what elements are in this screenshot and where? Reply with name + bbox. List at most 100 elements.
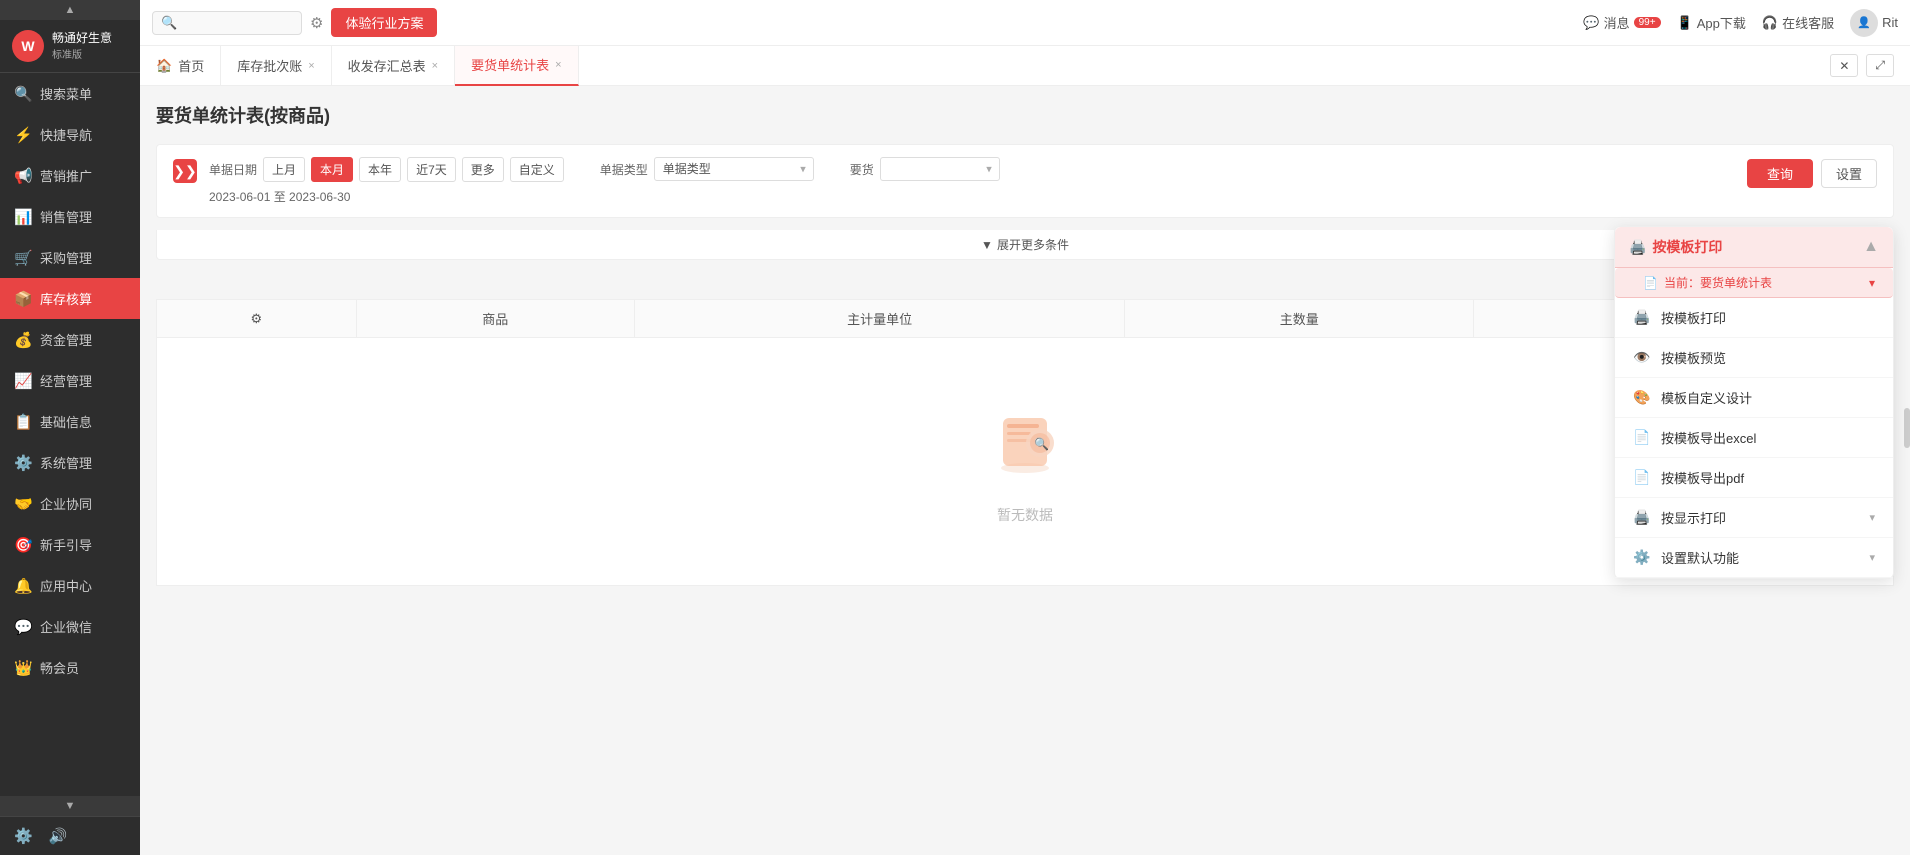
- sidebar-item-basic_info[interactable]: 📋基础信息: [0, 401, 140, 442]
- sidebar-item-marketing_promo[interactable]: 📢 营销推广: [0, 155, 140, 196]
- settings-button[interactable]: 设置: [1821, 159, 1877, 188]
- nav-icon-corp_collab: 🤝: [14, 495, 32, 513]
- tab-close-all-button[interactable]: ✕: [1830, 54, 1858, 77]
- display-print-item[interactable]: 🖨️ 按显示打印 ▾: [1615, 498, 1893, 538]
- sidebar-scroll-down[interactable]: ▼: [0, 796, 140, 816]
- sidebar-item-sales_mgmt[interactable]: 📊销售管理: [0, 196, 140, 237]
- tab-receipt-summary-close[interactable]: ×: [432, 60, 438, 72]
- sidebar-item-corp_wechat[interactable]: 💬企业微信: [0, 606, 140, 647]
- expand-more-label: 展开更多条件: [997, 236, 1069, 253]
- nav-icon-marketing_promo: 📢: [14, 167, 32, 185]
- tab-inventory-batch[interactable]: 库存批次账 ×: [221, 46, 331, 86]
- print-dropdown: 🖨️ 按模板打印 ▲ 📄 当前：要货单统计表 ▾ 🖨️ 按模板打印 👁️ 按模板…: [1614, 226, 1894, 579]
- app-name: 畅通好生意: [52, 31, 112, 47]
- goods-select[interactable]: [880, 157, 1000, 181]
- sidebar-item-finance[interactable]: 💰 资金管理: [0, 319, 140, 360]
- nav-label-search: 搜索菜单: [40, 84, 92, 103]
- logo-icon: W: [12, 30, 44, 62]
- query-button[interactable]: 查询: [1747, 159, 1813, 188]
- template-print-label: 按模板打印: [1661, 308, 1726, 327]
- nav-label-marketing_promo: 营销推广: [40, 166, 92, 185]
- date-this-year-btn[interactable]: 本年: [359, 157, 401, 182]
- nav-label-vip: 畅会员: [40, 658, 79, 677]
- template-custom-item[interactable]: 🎨 模板自定义设计: [1615, 378, 1893, 418]
- col-gear[interactable]: ⚙: [157, 300, 357, 338]
- user-avatar[interactable]: 👤 Rit: [1850, 9, 1898, 37]
- username-label: Rit: [1882, 15, 1898, 30]
- expand-more-button[interactable]: ▼ 展开更多条件: [981, 230, 1069, 259]
- main-area: 🔍 ⚙ 体验行业方案 💬 消息 99+ 📱 App下载 🎧 在线客服 👤 Rit: [140, 0, 1910, 855]
- sidebar-item-operations[interactable]: 📈 经营管理: [0, 360, 140, 401]
- message-label: 消息: [1604, 13, 1630, 32]
- tab-order-stats[interactable]: 要货单统计表 ×: [455, 46, 578, 86]
- home-icon: 🏠: [156, 58, 172, 74]
- tabs-bar: 🏠 首页 库存批次账 × 收发存汇总表 × 要货单统计表 × ✕ ⤢: [140, 46, 1910, 86]
- date-7days-btn[interactable]: 近7天: [407, 157, 456, 182]
- sidebar-item-purchase_mgmt[interactable]: 🛒采购管理: [0, 237, 140, 278]
- online-service-button[interactable]: 🎧 在线客服: [1762, 13, 1834, 32]
- nav-icon-sales_mgmt: 📊: [14, 208, 32, 226]
- settings-icon[interactable]: ⚙️: [14, 827, 33, 845]
- topbar-cta-button[interactable]: 体验行业方案: [331, 8, 437, 37]
- nav-label-corp_collab: 企业协同: [40, 494, 92, 513]
- nav-label-guide: 新手引导: [40, 535, 92, 554]
- app-download-button[interactable]: 📱 App下载: [1677, 13, 1746, 32]
- filter-toggle-button[interactable]: ❯❯: [173, 159, 197, 183]
- avatar-icon: 👤: [1850, 9, 1878, 37]
- type-select[interactable]: 单据类型: [654, 157, 814, 181]
- sidebar: ▲ W 畅通好生意 标准版 🔍搜索菜单⚡快捷导航📢营销推广📊销售管理🛒采购管理📦…: [0, 0, 140, 855]
- resize-handle[interactable]: [1904, 408, 1910, 448]
- topbar-gear-icon[interactable]: ⚙: [310, 14, 323, 32]
- app-download-icon: 📱: [1677, 15, 1693, 31]
- print-dropdown-icon: 🖨️: [1629, 239, 1646, 256]
- topbar-search-icon: 🔍: [161, 15, 177, 31]
- current-template-icon: 📄: [1643, 276, 1658, 290]
- headset-icon: 🎧: [1762, 15, 1778, 31]
- date-more-btn[interactable]: 更多: [462, 157, 504, 182]
- tab-inventory-batch-close[interactable]: ×: [308, 60, 314, 72]
- template-custom-label: 模板自定义设计: [1661, 388, 1752, 407]
- tab-home[interactable]: 🏠 首页: [156, 46, 221, 86]
- nav-label-operations: 经营管理: [40, 371, 92, 390]
- goods-filter-label: 要货: [850, 161, 874, 178]
- default-func-arrow: ▾: [1869, 551, 1875, 564]
- sidebar-item-search[interactable]: 🔍搜索菜单: [0, 73, 140, 114]
- export-excel-item[interactable]: 📄 按模板导出excel: [1615, 418, 1893, 458]
- date-this-month-btn[interactable]: 本月: [311, 157, 353, 182]
- display-print-label: 按显示打印: [1661, 508, 1726, 527]
- date-last-month-btn[interactable]: 上月: [263, 157, 305, 182]
- date-custom-btn[interactable]: 自定义: [510, 157, 564, 182]
- export-pdf-item[interactable]: 📄 按模板导出pdf: [1615, 458, 1893, 498]
- goods-select-wrap: [880, 157, 1000, 181]
- sound-icon[interactable]: 🔊: [49, 827, 68, 845]
- nav-icon-operations: 📈: [14, 372, 32, 390]
- tab-inventory-batch-label: 库存批次账: [237, 56, 302, 75]
- topbar-search-box[interactable]: 🔍: [152, 11, 302, 35]
- tab-receipt-summary[interactable]: 收发存汇总表 ×: [332, 46, 455, 86]
- sidebar-item-corp_collab[interactable]: 🤝 企业协同: [0, 483, 140, 524]
- tab-order-stats-close[interactable]: ×: [555, 59, 561, 71]
- sidebar-item-sys_mgmt[interactable]: ⚙️系统管理: [0, 442, 140, 483]
- topbar-search-input[interactable]: [181, 16, 281, 30]
- export-pdf-label: 按模板导出pdf: [1661, 468, 1744, 487]
- nav-label-app_center: 应用中心: [40, 576, 92, 595]
- template-preview-item[interactable]: 👁️ 按模板预览: [1615, 338, 1893, 378]
- export-pdf-icon: 📄: [1633, 469, 1651, 486]
- sidebar-scroll-up[interactable]: ▲: [0, 0, 140, 20]
- message-button[interactable]: 💬 消息 99+: [1583, 13, 1660, 32]
- empty-text: 暂无数据: [997, 505, 1053, 525]
- sidebar-item-app_center[interactable]: 🔔应用中心: [0, 565, 140, 606]
- svg-text:🔍: 🔍: [1034, 436, 1049, 451]
- nav-icon-finance: 💰: [14, 331, 32, 349]
- current-template-item[interactable]: 📄 当前：要货单统计表 ▾: [1615, 268, 1893, 298]
- sidebar-item-inventory[interactable]: 📦库存核算: [0, 278, 140, 319]
- sidebar-item-shortcut[interactable]: ⚡快捷导航: [0, 114, 140, 155]
- print-dropdown-close-icon[interactable]: ▲: [1863, 238, 1879, 256]
- default-func-item[interactable]: ⚙️ 设置默认功能 ▾: [1615, 538, 1893, 578]
- tab-maximize-button[interactable]: ⤢: [1866, 54, 1894, 77]
- template-print-item[interactable]: 🖨️ 按模板打印: [1615, 298, 1893, 338]
- sidebar-item-guide[interactable]: 🎯新手引导: [0, 524, 140, 565]
- nav-label-sys_mgmt: 系统管理: [40, 453, 92, 472]
- sidebar-item-vip[interactable]: 👑畅会员: [0, 647, 140, 688]
- nav-label-finance: 资金管理: [40, 330, 92, 349]
